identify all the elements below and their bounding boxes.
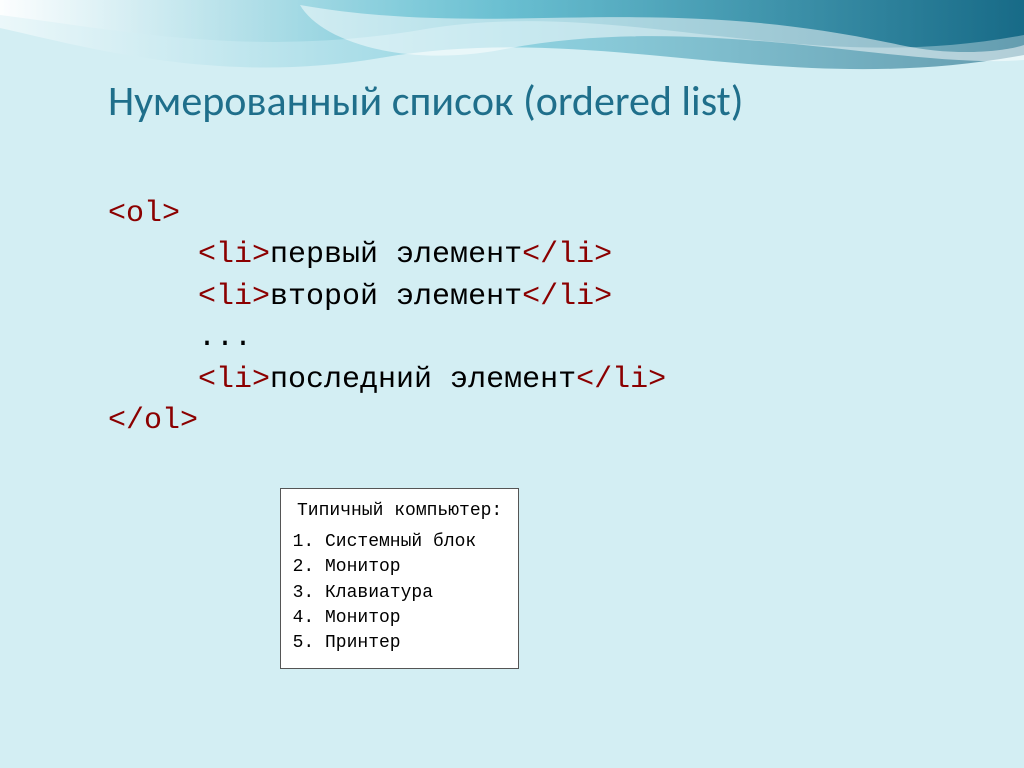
- tag-li-open-3: <li>: [198, 363, 270, 397]
- rendered-example: Типичный компьютер: Системный блок Монит…: [280, 488, 519, 669]
- code-block: <ol> <li>первый элемент</li> <li>второй …: [108, 194, 666, 442]
- list-item: Принтер: [325, 631, 502, 656]
- list-item: Монитор: [325, 606, 502, 631]
- list-item: Монитор: [325, 555, 502, 580]
- list-item: Клавиатура: [325, 581, 502, 606]
- code-item-2: второй элемент: [270, 280, 522, 314]
- tag-li-close-1: </li>: [522, 238, 612, 272]
- tag-ol-open: <ol>: [108, 197, 180, 231]
- tag-li-open-2: <li>: [198, 280, 270, 314]
- tag-li-close-3: </li>: [576, 363, 666, 397]
- slide-title: Нумерованный список (ordered list): [108, 78, 944, 126]
- code-item-last: последний элемент: [270, 363, 576, 397]
- example-list: Системный блок Монитор Клавиатура Монито…: [297, 530, 502, 656]
- code-ellipsis: ...: [198, 321, 252, 355]
- code-item-1: первый элемент: [270, 238, 522, 272]
- list-item: Системный блок: [325, 530, 502, 555]
- example-heading: Типичный компьютер:: [297, 499, 502, 524]
- slide: Нумерованный список (ordered list) <ol> …: [0, 0, 1024, 768]
- tag-li-close-2: </li>: [522, 280, 612, 314]
- tag-ol-close: </ol>: [108, 404, 198, 438]
- tag-li-open-1: <li>: [198, 238, 270, 272]
